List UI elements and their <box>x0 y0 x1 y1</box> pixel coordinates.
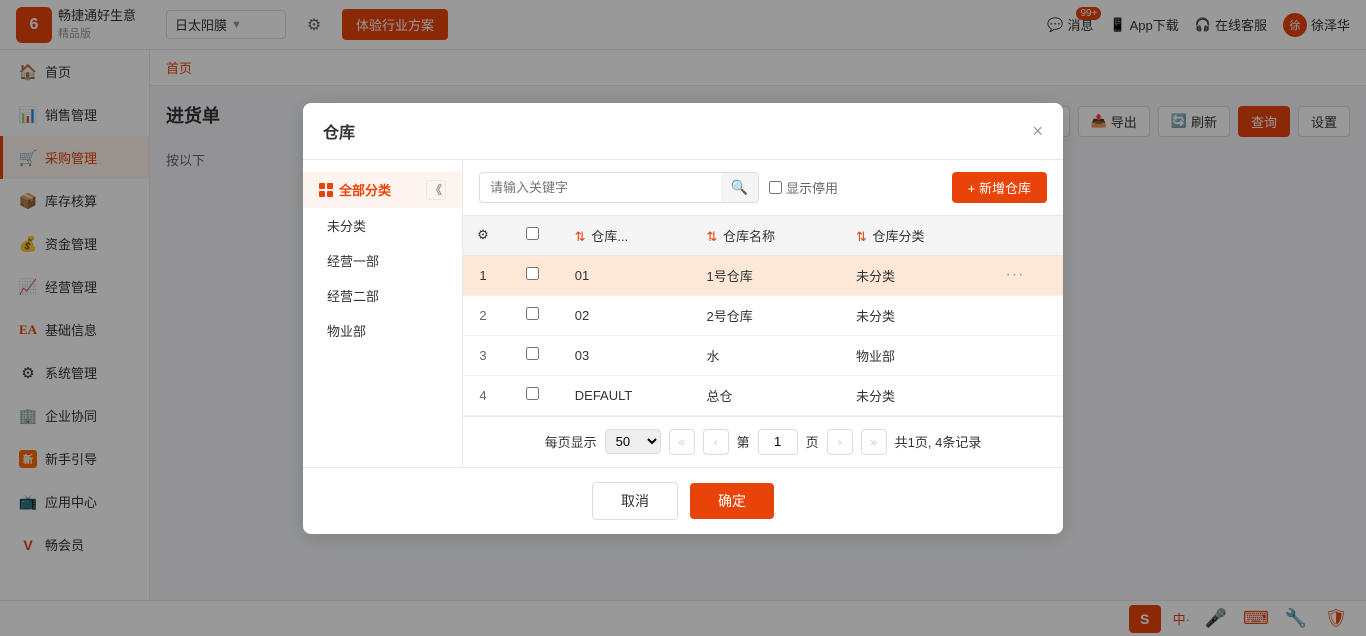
row-num-1: 1 <box>463 255 503 295</box>
first-page-btn[interactable]: « <box>669 429 695 455</box>
table-header-row: ⚙ ⇅ 仓库... ⇅ 仓库名称 <box>463 216 1063 256</box>
table-row[interactable]: 1 01 1号仓库 未分类 ··· <box>463 255 1063 295</box>
warehouse-table: ⚙ ⇅ 仓库... ⇅ 仓库名称 <box>463 216 1063 416</box>
row-check-2[interactable] <box>503 295 563 335</box>
show-disabled-label[interactable]: 显示停用 <box>769 178 838 197</box>
total-info: 共1页, 4条记录 <box>895 432 982 451</box>
category-property[interactable]: 物业部 <box>303 313 462 348</box>
modal-header: 仓库 × <box>303 103 1063 160</box>
add-warehouse-btn[interactable]: + 新增仓库 <box>952 172 1047 203</box>
sort-icon-category: ⇅ <box>856 229 867 244</box>
row-name-1: 1号仓库 <box>695 255 845 295</box>
last-page-btn[interactable]: » <box>861 429 887 455</box>
confirm-button[interactable]: 确定 <box>690 483 774 519</box>
row-name-4: 总仓 <box>695 375 845 415</box>
row-name-2: 2号仓库 <box>695 295 845 335</box>
search-btn[interactable]: 🔍 <box>721 173 758 202</box>
modal-overlay: 仓库 × 全部分类 《 未分类 经营一部 <box>0 0 1366 636</box>
row-code-1: 01 <box>563 255 695 295</box>
row-check-4[interactable] <box>503 375 563 415</box>
warehouse-table-container: ⚙ ⇅ 仓库... ⇅ 仓库名称 <box>463 216 1063 416</box>
row-more-4[interactable] <box>994 375 1063 415</box>
per-page-label: 每页显示 <box>545 432 597 451</box>
search-box: 🔍 <box>479 172 759 203</box>
row-name-3: 水 <box>695 335 845 375</box>
sort-icon-name: ⇅ <box>707 229 718 244</box>
page-label: 第 <box>737 432 750 451</box>
all-categories-header[interactable]: 全部分类 《 <box>303 172 462 208</box>
per-page-select[interactable]: 50 100 <box>605 429 661 454</box>
row-more-1[interactable]: ··· <box>994 255 1063 295</box>
col-gear: ⚙ <box>463 216 503 256</box>
table-row[interactable]: 2 02 2号仓库 未分类 <box>463 295 1063 335</box>
category-dept1[interactable]: 经营一部 <box>303 243 462 278</box>
col-code-header: ⇅ 仓库... <box>563 216 695 256</box>
select-all-checkbox[interactable] <box>526 227 539 240</box>
row-check-1[interactable] <box>503 255 563 295</box>
col-name-header: ⇅ 仓库名称 <box>695 216 845 256</box>
cancel-button[interactable]: 取消 <box>592 482 678 520</box>
row-category-4: 未分类 <box>844 375 994 415</box>
category-dept2[interactable]: 经营二部 <box>303 278 462 313</box>
pagination-bar: 每页显示 50 100 « ‹ 第 页 › <box>463 416 1063 467</box>
row-category-2: 未分类 <box>844 295 994 335</box>
row-more-3[interactable] <box>994 335 1063 375</box>
table-row[interactable]: 4 DEFAULT 总仓 未分类 <box>463 375 1063 415</box>
search-input[interactable] <box>480 174 721 201</box>
modal-search-toolbar: 🔍 显示停用 + 新增仓库 <box>463 160 1063 216</box>
table-row[interactable]: 3 03 水 物业部 <box>463 335 1063 375</box>
page-number-input[interactable] <box>758 429 798 455</box>
row-code-4: DEFAULT <box>563 375 695 415</box>
row-num-3: 3 <box>463 335 503 375</box>
row-num-2: 2 <box>463 295 503 335</box>
grid-icon <box>319 183 333 197</box>
col-checkbox <box>503 216 563 256</box>
category-unclassified[interactable]: 未分类 <box>303 208 462 243</box>
modal-body: 全部分类 《 未分类 经营一部 经营二部 物业部 <box>303 160 1063 467</box>
row-num-4: 4 <box>463 375 503 415</box>
modal-close-btn[interactable]: × <box>1032 122 1043 140</box>
row-check-3[interactable] <box>503 335 563 375</box>
row-more-2[interactable] <box>994 295 1063 335</box>
col-actions-header <box>994 216 1063 256</box>
modal-main-area: 🔍 显示停用 + 新增仓库 ⚙ <box>463 160 1063 467</box>
show-disabled-checkbox[interactable] <box>769 181 782 194</box>
modal-category-sidebar: 全部分类 《 未分类 经营一部 经营二部 物业部 <box>303 160 463 467</box>
prev-page-btn[interactable]: ‹ <box>703 429 729 455</box>
row-code-2: 02 <box>563 295 695 335</box>
modal-title: 仓库 <box>323 119 355 143</box>
more-icon[interactable]: ··· <box>1006 266 1025 283</box>
sort-icon-code: ⇅ <box>575 229 586 244</box>
next-page-btn[interactable]: › <box>827 429 853 455</box>
row-category-1: 未分类 <box>844 255 994 295</box>
sidebar-collapse-btn[interactable]: 《 <box>426 180 446 200</box>
page-unit: 页 <box>806 432 819 451</box>
warehouse-modal: 仓库 × 全部分类 《 未分类 经营一部 <box>303 103 1063 534</box>
col-category-header: ⇅ 仓库分类 <box>844 216 994 256</box>
modal-actions: 取消 确定 <box>303 467 1063 534</box>
row-code-3: 03 <box>563 335 695 375</box>
row-category-3: 物业部 <box>844 335 994 375</box>
